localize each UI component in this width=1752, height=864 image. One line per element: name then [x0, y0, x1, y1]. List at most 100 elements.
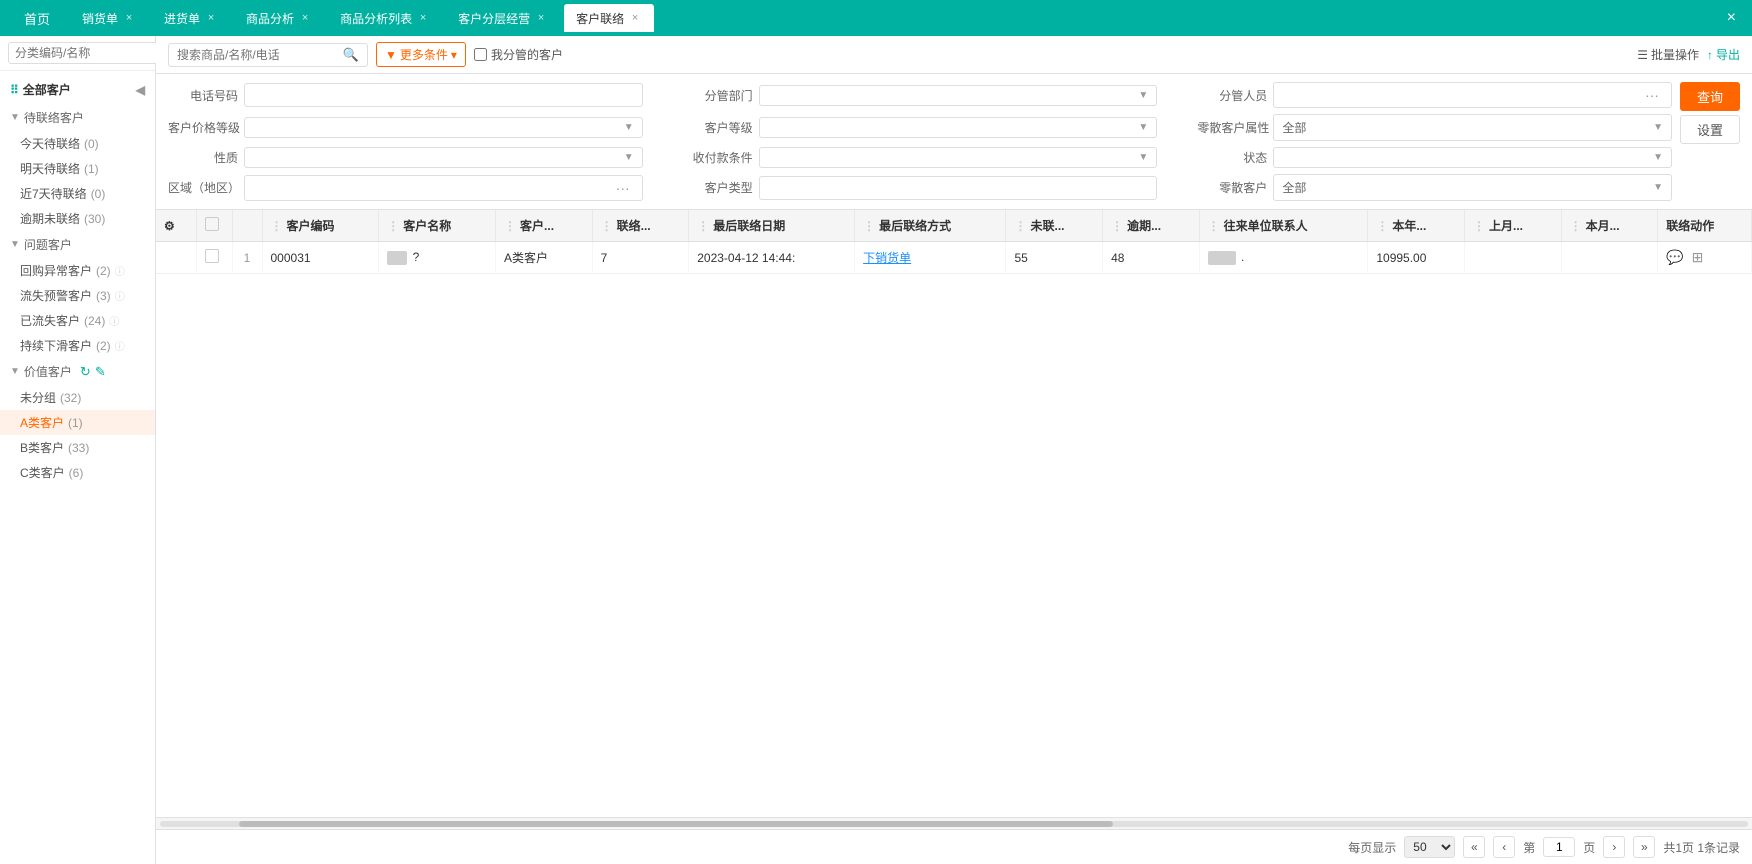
sidebar-item-ungrouped[interactable]: 未分组 (32)	[0, 385, 155, 410]
nav-tab-customer-contact[interactable]: 客户联络 ×	[564, 4, 654, 32]
sidebar-item-today[interactable]: 今天待联络 (0)	[0, 131, 155, 156]
td-last-method: 下销货单	[855, 242, 1006, 274]
nav-tab-analysis-close[interactable]: ×	[298, 11, 312, 25]
filter-status: 状态 ▼	[1197, 147, 1672, 168]
td-checkbox	[196, 242, 232, 274]
toolbar: 🔍 ▼ 更多条件 ▾ 我分管的客户 ☰ 批量操作 ↑ 导出	[156, 36, 1752, 74]
sidebar-item-type-b[interactable]: B类客户 (33)	[0, 435, 155, 460]
nav-tab-sales[interactable]: 销货单 ×	[70, 4, 148, 32]
th-this-month[interactable]: 本月...	[1561, 210, 1658, 242]
page-input[interactable]	[1543, 837, 1575, 857]
page-suffix-label: 页	[1583, 839, 1595, 856]
value-arrow: ▼	[10, 366, 20, 377]
nav-tab-sales-close[interactable]: ×	[122, 11, 136, 25]
th-grade[interactable]: 客户...	[496, 210, 593, 242]
first-page-btn[interactable]: «	[1463, 836, 1485, 858]
filter-status-arrow: ▼	[1653, 152, 1663, 163]
sidebar-item-churn-warning[interactable]: 流失预警客户 (3) ⓘ	[0, 283, 155, 308]
sidebar-item-churned[interactable]: 已流失客户 (24) ⓘ	[0, 308, 155, 333]
grid-action-icon[interactable]: ⊞	[1692, 249, 1704, 266]
select-all-checkbox[interactable]	[205, 217, 219, 231]
sidebar-item-7days[interactable]: 近7天待联络 (0)	[0, 181, 155, 206]
filter-phone-input[interactable]	[244, 83, 643, 107]
edit-icon[interactable]: ✎	[95, 364, 106, 380]
scrollbar-thumb[interactable]	[239, 821, 1112, 827]
sidebar-item-repurchase-abnormal[interactable]: 回购异常客户 (2) ⓘ	[0, 258, 155, 283]
sidebar-section-pending[interactable]: ▼ 待联络客户	[0, 104, 155, 131]
filter-row-2: 客户价格等级 ▼ 客户等级 ▼	[168, 114, 1672, 141]
sidebar-item-declining[interactable]: 持续下滑客户 (2) ⓘ	[0, 333, 155, 358]
filter-retail-customer-select[interactable]: 全部 ▼	[1273, 174, 1672, 201]
gear-icon[interactable]: ⚙	[164, 219, 175, 233]
nav-tab-purchase-close[interactable]: ×	[204, 11, 218, 25]
th-last-date[interactable]: 最后联络日期	[689, 210, 855, 242]
filter-dept-arrow: ▼	[1138, 90, 1148, 101]
nav-home[interactable]: 首页	[8, 4, 66, 32]
next-page-btn[interactable]: ›	[1603, 836, 1625, 858]
filter-region-dots[interactable]: ···	[612, 180, 634, 196]
nav-tab-purchase[interactable]: 进货单 ×	[152, 4, 230, 32]
batch-op-button[interactable]: ☰ 批量操作	[1637, 46, 1699, 63]
search-input[interactable]	[177, 48, 339, 62]
th-code[interactable]: 客户编码	[262, 210, 379, 242]
filter-price-grade-select[interactable]: ▼	[244, 117, 643, 138]
th-last-month[interactable]: 上月...	[1465, 210, 1562, 242]
more-filter-button[interactable]: ▼ 更多条件 ▾	[376, 42, 466, 67]
filter-customer-type-input[interactable]	[759, 176, 1158, 200]
window-close-button[interactable]: ×	[1719, 9, 1744, 27]
filter-region: 区域（地区） ···	[168, 175, 643, 201]
prev-page-btn[interactable]: ‹	[1493, 836, 1515, 858]
search-icon[interactable]: 🔍	[343, 47, 359, 63]
sidebar-item-overdue[interactable]: 逾期未联络 (30)	[0, 206, 155, 231]
top-nav: 首页 销货单 × 进货单 × 商品分析 × 商品分析列表 × 客户分层经营 × …	[0, 0, 1752, 36]
filter-region-select[interactable]: ···	[244, 175, 643, 201]
setting-button[interactable]: 设置	[1680, 115, 1740, 144]
filter-payment-select[interactable]: ▼	[759, 147, 1158, 168]
th-overdue[interactable]: 逾期...	[1103, 210, 1200, 242]
sidebar-item-tomorrow[interactable]: 明天待联络 (1)	[0, 156, 155, 181]
sidebar-item-type-c[interactable]: C类客户 (6)	[0, 460, 155, 485]
nav-tab-analysis-list-close[interactable]: ×	[416, 11, 430, 25]
row-checkbox[interactable]	[205, 249, 219, 263]
sidebar-item-type-a[interactable]: A类客户 (1)	[0, 410, 155, 435]
nav-tab-customer-segment-close[interactable]: ×	[534, 11, 548, 25]
th-this-year[interactable]: 本年...	[1368, 210, 1465, 242]
filter-nature-select[interactable]: ▼	[244, 147, 643, 168]
export-button[interactable]: ↑ 导出	[1707, 46, 1740, 63]
nav-tab-analysis[interactable]: 商品分析 ×	[234, 4, 324, 32]
filter-customer-grade-select[interactable]: ▼	[759, 117, 1158, 138]
my-customers-checkbox-label[interactable]: 我分管的客户	[474, 46, 563, 63]
th-last-method[interactable]: 最后联络方式	[855, 210, 1006, 242]
th-uncontacted[interactable]: 未联...	[1006, 210, 1103, 242]
sidebar-section-problem[interactable]: ▼ 问题客户	[0, 231, 155, 258]
nav-tab-analysis-list[interactable]: 商品分析列表 ×	[328, 4, 442, 32]
th-contact[interactable]: 联络...	[592, 210, 689, 242]
horizontal-scrollbar[interactable]	[156, 817, 1752, 829]
th-name[interactable]: 客户名称	[379, 210, 496, 242]
filter-customer-type-label: 客户类型	[683, 179, 753, 196]
filter-manager-dots[interactable]: ···	[1641, 87, 1663, 103]
filter-manager-select[interactable]: ···	[1273, 82, 1672, 108]
per-page-select[interactable]: 50 20 100	[1404, 836, 1455, 858]
action-buttons: 查询 设置	[1680, 82, 1740, 144]
sidebar-collapse-btn[interactable]: ◀	[136, 83, 145, 97]
th-unit-contact[interactable]: 往来单位联系人	[1199, 210, 1368, 242]
filter-status-select[interactable]: ▼	[1273, 147, 1672, 168]
last-page-btn[interactable]: »	[1633, 836, 1655, 858]
chat-icon[interactable]: 💬	[1666, 249, 1683, 266]
sidebar-search-input[interactable]	[8, 42, 177, 64]
nav-tab-customer-contact-close[interactable]: ×	[628, 11, 642, 25]
nav-tab-customer-segment[interactable]: 客户分层经营 ×	[446, 4, 560, 32]
td-this-month	[1561, 242, 1658, 274]
filter-dept-select[interactable]: ▼	[759, 85, 1158, 106]
query-button[interactable]: 查询	[1680, 82, 1740, 111]
scrollbar-track[interactable]	[160, 821, 1748, 827]
my-customers-checkbox[interactable]	[474, 48, 487, 61]
td-last-month	[1465, 242, 1562, 274]
refresh-icon[interactable]: ↻	[80, 364, 91, 380]
sidebar-section-value[interactable]: ▼ 价值客户 ↻ ✎	[0, 358, 155, 385]
td-contact: 7	[592, 242, 689, 274]
last-method-link[interactable]: 下销货单	[863, 251, 911, 265]
filter-retail-attr-select[interactable]: 全部 ▼	[1273, 114, 1672, 141]
sidebar-all-customers[interactable]: ⠿ 全部客户 ◀	[0, 75, 155, 104]
